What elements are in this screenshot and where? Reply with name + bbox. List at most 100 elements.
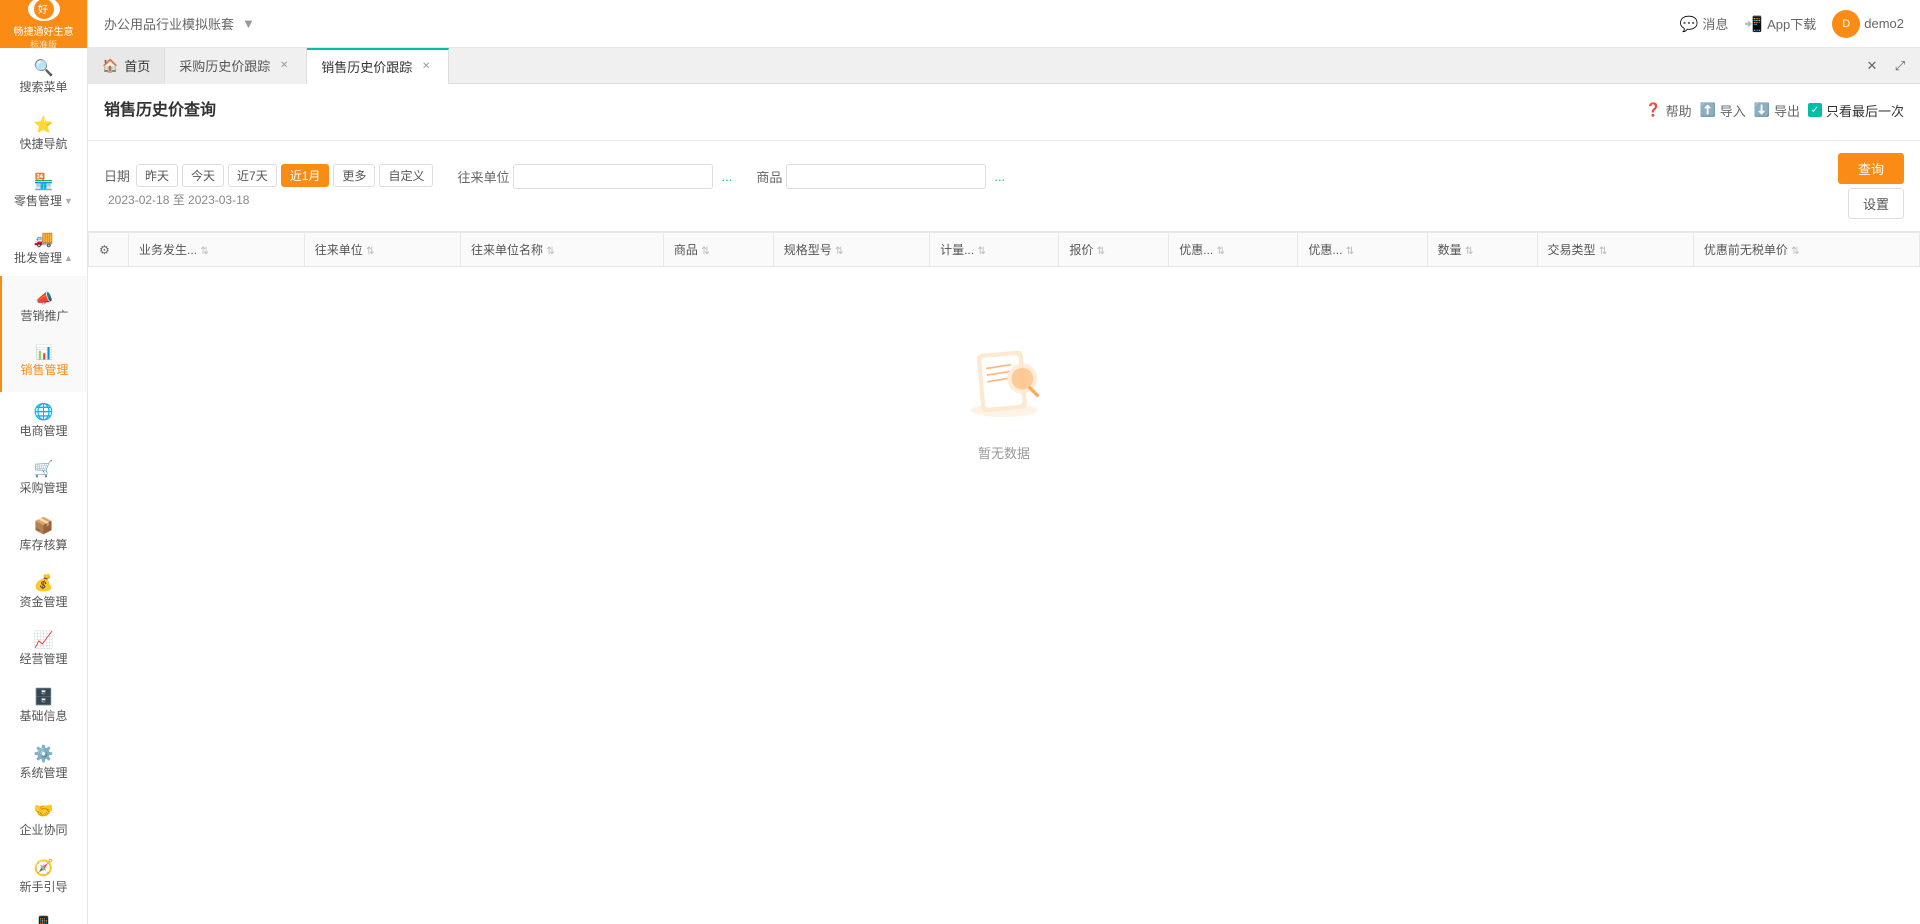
only-last-checkbox-label[interactable]: ✓ 只看最后一次 bbox=[1808, 101, 1904, 120]
sort-icon-unit-name[interactable]: ⇅ bbox=[546, 246, 554, 257]
search-icon: 🔍 bbox=[4, 58, 83, 78]
th-unit-code[interactable]: 往来单位 ⇅ bbox=[304, 233, 460, 267]
close-all-tabs-btn[interactable]: ✕ bbox=[1860, 54, 1884, 78]
th-biz-date[interactable]: 业务发生... ⇅ bbox=[129, 233, 305, 267]
sidebar-item-purchase[interactable]: 🛒 采购管理 bbox=[0, 449, 87, 506]
th-label-quantity: 数量 bbox=[1438, 243, 1462, 257]
sort-icon-spec[interactable]: ⇅ bbox=[835, 246, 843, 257]
sidebar-label-ecommerce: 电商管理 bbox=[4, 422, 83, 439]
th-spec[interactable]: 规格型号 ⇅ bbox=[773, 233, 929, 267]
tab-bar: 🏠 首页 采购历史价跟踪 ✕ 销售历史价跟踪 ✕ ✕ ⤢ bbox=[88, 48, 1920, 84]
empty-state: 暂无数据 bbox=[88, 267, 1920, 522]
th-discount2[interactable]: 优惠... ⇅ bbox=[1298, 233, 1427, 267]
th-label-product: 商品 bbox=[674, 243, 698, 257]
sidebar-item-inventory[interactable]: 📦 库存核算 bbox=[0, 506, 87, 563]
maximize-btn[interactable]: ⤢ bbox=[1888, 54, 1912, 78]
sidebar-item-sales[interactable]: 📊 销售管理 bbox=[2, 334, 87, 388]
setting-button[interactable]: 设置 bbox=[1848, 188, 1904, 219]
page-actions: ❓ 帮助 ⬆️ 导入 ⬇️ 导出 ✓ 只看最后一次 bbox=[1645, 101, 1904, 128]
th-label-unit: 计量... bbox=[940, 243, 974, 257]
sidebar-item-search-menu[interactable]: 🔍 搜索菜单 bbox=[0, 48, 87, 105]
sort-icon-trade-type[interactable]: ⇅ bbox=[1599, 246, 1607, 257]
sidebar-label-marketing: 营销推广 bbox=[6, 307, 83, 324]
sort-icon-quote[interactable]: ⇅ bbox=[1097, 246, 1105, 257]
date-btn-7days[interactable]: 近7天 bbox=[228, 164, 277, 187]
sidebar-label-inventory: 库存核算 bbox=[4, 536, 83, 553]
app-download-btn[interactable]: 📲 App下载 bbox=[1744, 14, 1816, 33]
import-btn[interactable]: ⬆️ 导入 bbox=[1700, 101, 1746, 120]
sidebar-item-guide[interactable]: 🧭 新手引导 bbox=[0, 848, 87, 905]
dropdown-icon[interactable]: ▼ bbox=[242, 16, 255, 31]
th-discount1[interactable]: 优惠... ⇅ bbox=[1169, 233, 1298, 267]
sort-icon-unit[interactable]: ⇅ bbox=[977, 246, 985, 257]
message-btn[interactable]: 💬 消息 bbox=[1680, 14, 1729, 33]
account-selector-label[interactable]: 办公用品行业模拟账套 bbox=[104, 14, 234, 33]
date-range-display: 2023-02-18 至 2023-03-18 bbox=[108, 191, 249, 208]
th-quote[interactable]: 报价 ⇅ bbox=[1059, 233, 1169, 267]
source-unit-input[interactable] bbox=[513, 164, 713, 189]
shop-icon: 🏪 bbox=[34, 172, 54, 192]
th-settings[interactable]: ⚙ bbox=[89, 233, 129, 267]
source-unit-ellipsis[interactable]: ... bbox=[721, 169, 732, 184]
th-product[interactable]: 商品 ⇅ bbox=[663, 233, 773, 267]
product-ellipsis[interactable]: ... bbox=[994, 169, 1005, 184]
sort-icon-quantity[interactable]: ⇅ bbox=[1465, 246, 1473, 257]
content-header: 销售历史价查询 ❓ 帮助 ⬆️ 导入 ⬇️ 导出 ✓ bbox=[88, 84, 1920, 141]
sidebar-item-wholesale[interactable]: 🚚 批发管理 ▲ bbox=[0, 219, 87, 276]
date-btn-more[interactable]: 更多 bbox=[333, 164, 375, 187]
sidebar-label-search: 搜索菜单 bbox=[4, 78, 83, 95]
sort-icon-biz-date[interactable]: ⇅ bbox=[200, 246, 208, 257]
sidebar-label-cooperation: 企业协同 bbox=[4, 821, 83, 838]
empty-icon bbox=[954, 327, 1054, 427]
page-title: 销售历史价查询 bbox=[104, 96, 216, 132]
th-quantity[interactable]: 数量 ⇅ bbox=[1427, 233, 1537, 267]
sort-icon-discount2[interactable]: ⇅ bbox=[1346, 246, 1354, 257]
date-btn-today[interactable]: 今天 bbox=[182, 164, 224, 187]
app-logo[interactable]: 好 畅捷通好生意 标准版 bbox=[0, 0, 87, 48]
sidebar-item-finance[interactable]: 💰 资金管理 bbox=[0, 563, 87, 620]
sidebar-item-basic[interactable]: 🗄️ 基础信息 bbox=[0, 677, 87, 734]
gear-icon[interactable]: ⚙ bbox=[99, 243, 110, 257]
product-label: 商品 bbox=[756, 167, 782, 186]
th-pre-tax-price[interactable]: 优惠前无税单价 ⇅ bbox=[1693, 233, 1919, 267]
tab-home[interactable]: 🏠 首页 bbox=[88, 48, 165, 84]
user-menu[interactable]: D demo2 bbox=[1832, 10, 1904, 38]
date-btn-1month[interactable]: 近1月 bbox=[281, 164, 330, 187]
sort-icon-discount1[interactable]: ⇅ bbox=[1217, 246, 1225, 257]
th-label-spec: 规格型号 bbox=[784, 243, 832, 257]
th-unit-name[interactable]: 往来单位名称 ⇅ bbox=[461, 233, 664, 267]
export-btn[interactable]: ⬇️ 导出 bbox=[1754, 101, 1800, 120]
query-button[interactable]: 查询 bbox=[1838, 153, 1904, 184]
th-trade-type[interactable]: 交易类型 ⇅ bbox=[1537, 233, 1693, 267]
sidebar-label-basic: 基础信息 bbox=[4, 707, 83, 724]
team-icon: 🤝 bbox=[4, 801, 83, 821]
sort-icon-pre-tax-price[interactable]: ⇅ bbox=[1791, 246, 1799, 257]
sidebar-label-purchase: 采购管理 bbox=[4, 479, 83, 496]
sidebar-item-quick-nav[interactable]: ⭐ 快捷导航 bbox=[0, 105, 87, 162]
tab-purchase-history[interactable]: 采购历史价跟踪 ✕ bbox=[165, 48, 307, 84]
sort-icon-unit-code[interactable]: ⇅ bbox=[366, 246, 374, 257]
sidebar-item-ecommerce[interactable]: 🌐 电商管理 bbox=[0, 392, 87, 449]
date-btn-custom[interactable]: 自定义 bbox=[379, 164, 433, 187]
date-btn-yesterday[interactable]: 昨天 bbox=[136, 164, 178, 187]
sidebar-item-cooperation[interactable]: 🤝 企业协同 bbox=[0, 791, 87, 848]
sidebar-item-apps[interactable]: 📱 应用中心 bbox=[0, 905, 87, 924]
sidebar-item-retail[interactable]: 🏪 零售管理 ▼ bbox=[0, 162, 87, 219]
bar-chart-icon: 📈 bbox=[4, 630, 83, 650]
tab-sales-history[interactable]: 销售历史价跟踪 ✕ bbox=[307, 48, 449, 84]
sidebar-label-finance: 资金管理 bbox=[4, 593, 83, 610]
sidebar-item-system[interactable]: ⚙️ 系统管理 bbox=[0, 734, 87, 791]
filter-buttons: 查询 设置 bbox=[1838, 153, 1904, 219]
avatar: D bbox=[1832, 10, 1860, 38]
product-input[interactable] bbox=[786, 164, 986, 189]
sidebar-item-operations[interactable]: 📈 经营管理 bbox=[0, 620, 87, 677]
th-unit[interactable]: 计量... ⇅ bbox=[930, 233, 1059, 267]
tab-close-sales[interactable]: ✕ bbox=[418, 59, 434, 75]
topbar-left: 办公用品行业模拟账套 ▼ bbox=[104, 14, 255, 33]
sort-icon-product[interactable]: ⇅ bbox=[701, 246, 709, 257]
tab-close-purchase[interactable]: ✕ bbox=[276, 58, 292, 74]
apps-icon: 📱 bbox=[4, 915, 83, 924]
help-btn[interactable]: ❓ 帮助 bbox=[1645, 101, 1691, 120]
sidebar-label-sales: 销售管理 bbox=[6, 361, 83, 378]
sidebar-item-marketing[interactable]: 📣 营销推广 bbox=[2, 280, 87, 334]
